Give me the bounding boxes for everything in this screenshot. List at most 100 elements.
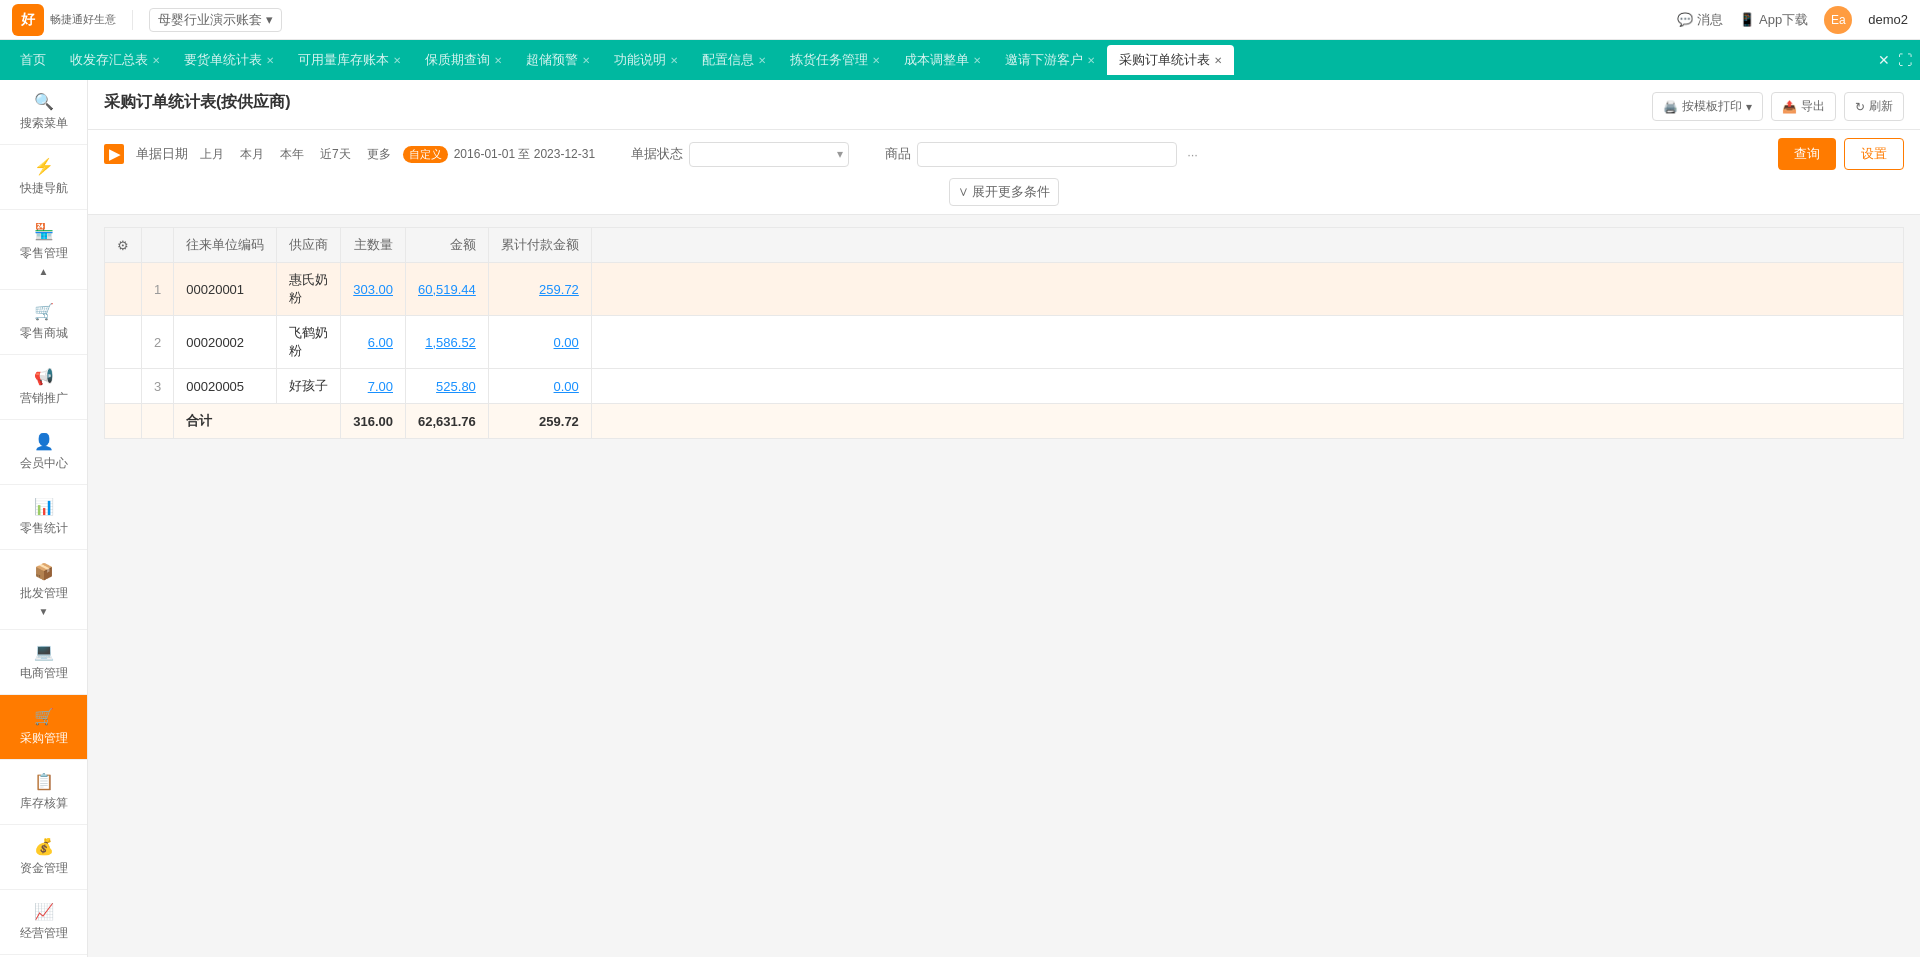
- finance-icon: 💰: [34, 837, 54, 856]
- sidebar-item-ecommerce[interactable]: 💻 电商管理: [0, 630, 87, 695]
- table-total-row: 合计 316.00 62,631.76 259.72: [105, 404, 1904, 439]
- sidebar-item-marketing[interactable]: 📢 营销推广: [0, 355, 87, 420]
- message-button[interactable]: 💬 消息: [1677, 11, 1723, 29]
- workspace-selector[interactable]: 母婴行业演示账套 ▾: [149, 8, 282, 32]
- tab-inventory-book[interactable]: 可用量库存账本 ✕: [286, 45, 413, 75]
- tab-order-stats[interactable]: 要货单统计表 ✕: [172, 45, 286, 75]
- th-settings[interactable]: ⚙: [105, 228, 142, 263]
- sidebar-item-retail-mgmt[interactable]: 🏪 零售管理 ▲: [0, 210, 87, 290]
- sidebar-item-quick-nav[interactable]: ⚡ 快捷导航: [0, 145, 87, 210]
- th-paid-amount: 累计付款金额: [488, 228, 591, 263]
- tab-pick-task[interactable]: 拣货任务管理 ✕: [778, 45, 892, 75]
- filter-row-main: ▶ 单据日期 上月 本月 本年 近7天 更多 自定义 2016-01-01 至 …: [104, 138, 1904, 170]
- goods-input[interactable]: [917, 142, 1177, 167]
- sidebar-item-search[interactable]: 🔍 搜索菜单: [0, 80, 87, 145]
- custom-date-tag[interactable]: 自定义: [403, 146, 448, 163]
- nav-expand-icon[interactable]: ⛶: [1898, 52, 1912, 68]
- shortcut-this-year[interactable]: 本年: [274, 144, 310, 165]
- tab-close-cost-adjust[interactable]: ✕: [973, 55, 981, 66]
- td-unit-code-3: 00020005: [174, 369, 277, 404]
- td-settings-2: [105, 316, 142, 369]
- phone-icon: 📱: [1739, 12, 1755, 27]
- inventory-icon: 📋: [34, 772, 54, 791]
- td-amount-1[interactable]: 60,519.44: [406, 263, 489, 316]
- tab-config-info[interactable]: 配置信息 ✕: [690, 45, 778, 75]
- table-header-row: ⚙ 往来单位编码 供应商 主数量 金额 累计付款金额: [105, 228, 1904, 263]
- td-amount-3[interactable]: 525.80: [406, 369, 489, 404]
- tab-overstock-warn[interactable]: 超储预警 ✕: [514, 45, 602, 75]
- td-extra-1: [591, 263, 1903, 316]
- tab-receive-pay[interactable]: 收发存汇总表 ✕: [58, 45, 172, 75]
- sidebar-item-purchase-mgmt[interactable]: 🛒 采购管理: [0, 695, 87, 760]
- shortcut-more[interactable]: 更多: [361, 144, 397, 165]
- sidebar-label-wholesale-mgmt: 批发管理: [20, 585, 68, 602]
- print-button[interactable]: 🖨️ 按模板打印 ▾: [1652, 92, 1763, 121]
- sidebar-label-retail-shop: 零售商城: [20, 325, 68, 342]
- tab-close-order-stats[interactable]: ✕: [266, 55, 274, 66]
- td-quantity-1[interactable]: 303.00: [341, 263, 406, 316]
- td-index-1: 1: [142, 263, 174, 316]
- tab-close-purchase-stats[interactable]: ✕: [1214, 55, 1222, 66]
- shortcut-this-month[interactable]: 本月: [234, 144, 270, 165]
- filter-group-goods: 商品 ···: [885, 142, 1202, 167]
- sidebar-item-member-center[interactable]: 👤 会员中心: [0, 420, 87, 485]
- expand-toggle-button[interactable]: ▶: [104, 144, 124, 164]
- tab-invite-customer[interactable]: 邀请下游客户 ✕: [993, 45, 1107, 75]
- status-select[interactable]: [689, 142, 849, 167]
- avatar[interactable]: Ea: [1824, 6, 1852, 34]
- nav-close-icon[interactable]: ✕: [1878, 52, 1890, 68]
- table-row[interactable]: 1 00020001 惠氏奶粉 303.00 60,519.44 259.72: [105, 263, 1904, 316]
- refresh-icon: ↻: [1855, 100, 1865, 114]
- td-total-extra: [591, 404, 1903, 439]
- td-quantity-3[interactable]: 7.00: [341, 369, 406, 404]
- th-unit-code: 往来单位编码: [174, 228, 277, 263]
- td-settings-1: [105, 263, 142, 316]
- tab-close-function-desc[interactable]: ✕: [670, 55, 678, 66]
- query-button[interactable]: 查询: [1778, 138, 1836, 170]
- tab-cost-adjust[interactable]: 成本调整单 ✕: [892, 45, 993, 75]
- tab-close-overstock-warn[interactable]: ✕: [582, 55, 590, 66]
- sidebar-item-inventory[interactable]: 📋 库存核算: [0, 760, 87, 825]
- shortcut-7days[interactable]: 近7天: [314, 144, 357, 165]
- date-range-value: 2016-01-01 至 2023-12-31: [454, 146, 595, 163]
- th-quantity: 主数量: [341, 228, 406, 263]
- tab-close-receive-pay[interactable]: ✕: [152, 55, 160, 66]
- td-total-amount: 62,631.76: [406, 404, 489, 439]
- tab-expiry-query[interactable]: 保质期查询 ✕: [413, 45, 514, 75]
- tab-home[interactable]: 首页: [8, 45, 58, 75]
- sidebar-item-finance[interactable]: 💰 资金管理: [0, 825, 87, 890]
- status-filter-label: 单据状态: [631, 145, 683, 163]
- tab-close-pick-task[interactable]: ✕: [872, 55, 880, 66]
- td-quantity-2[interactable]: 6.00: [341, 316, 406, 369]
- table-row[interactable]: 3 00020005 好孩子 7.00 525.80 0.00: [105, 369, 1904, 404]
- tab-function-desc[interactable]: 功能说明 ✕: [602, 45, 690, 75]
- td-paid-amount-3[interactable]: 0.00: [488, 369, 591, 404]
- ecommerce-icon: 💻: [34, 642, 54, 661]
- td-paid-amount-2[interactable]: 0.00: [488, 316, 591, 369]
- sidebar-item-wholesale-mgmt[interactable]: 📦 批发管理 ▼: [0, 550, 87, 630]
- tab-close-invite-customer[interactable]: ✕: [1087, 55, 1095, 66]
- td-supplier-1: 惠氏奶粉: [277, 263, 341, 316]
- refresh-button[interactable]: ↻ 刷新: [1844, 92, 1904, 121]
- operations-icon: 📈: [34, 902, 54, 921]
- expand-more-button[interactable]: ∨ 展开更多条件: [949, 178, 1060, 206]
- sidebar-item-retail-shop[interactable]: 🛒 零售商城: [0, 290, 87, 355]
- table-area: ⚙ 往来单位编码 供应商 主数量 金额 累计付款金额 1 00020001: [88, 215, 1920, 957]
- tab-close-config-info[interactable]: ✕: [758, 55, 766, 66]
- tab-close-expiry-query[interactable]: ✕: [494, 55, 502, 66]
- app-download-button[interactable]: 📱 App下载: [1739, 11, 1808, 29]
- export-button[interactable]: 📤 导出: [1771, 92, 1836, 121]
- td-amount-2[interactable]: 1,586.52: [406, 316, 489, 369]
- sidebar-item-retail-stats[interactable]: 📊 零售统计: [0, 485, 87, 550]
- main-nav: 首页 收发存汇总表 ✕ 要货单统计表 ✕ 可用量库存账本 ✕ 保质期查询 ✕ 超…: [0, 40, 1920, 80]
- td-paid-amount-1[interactable]: 259.72: [488, 263, 591, 316]
- table-row[interactable]: 2 00020002 飞鹤奶粉 6.00 1,586.52 0.00: [105, 316, 1904, 369]
- tab-purchase-stats[interactable]: 采购订单统计表 ✕: [1107, 45, 1234, 75]
- tab-close-inventory-book[interactable]: ✕: [393, 55, 401, 66]
- sidebar-item-operations[interactable]: 📈 经营管理: [0, 890, 87, 955]
- shortcut-last-month[interactable]: 上月: [194, 144, 230, 165]
- goods-ellipsis-button[interactable]: ···: [1183, 147, 1202, 162]
- status-select-wrapper: [689, 142, 849, 167]
- settings-button[interactable]: 设置: [1844, 138, 1904, 170]
- marketing-icon: 📢: [34, 367, 54, 386]
